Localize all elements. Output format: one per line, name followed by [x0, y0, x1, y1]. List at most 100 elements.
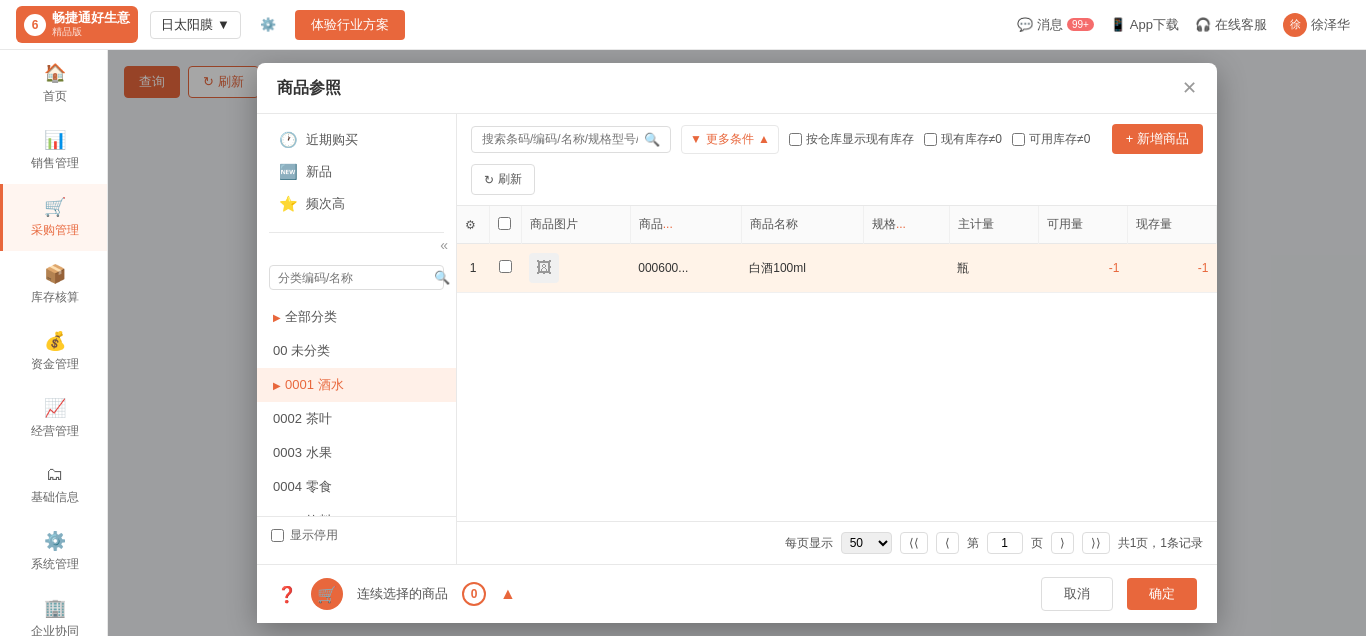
- sidebar-item-finance[interactable]: 💰 资金管理: [0, 318, 107, 385]
- app-download-btn[interactable]: 📱 App下载: [1110, 16, 1179, 34]
- user-menu[interactable]: 徐 徐泽华: [1283, 13, 1350, 37]
- refresh-btn[interactable]: ↻ 刷新: [471, 164, 535, 195]
- help-icon[interactable]: ❓: [277, 585, 297, 604]
- sidebar-item-home[interactable]: 🏠 首页: [0, 50, 107, 117]
- td-seq: 1: [457, 244, 489, 293]
- confirm-btn[interactable]: 确定: [1127, 578, 1197, 610]
- topnav: 6 畅捷通好生意 精品版 日太阳膜 ▼ ⚙️ 体验行业方案 💬 消息 99+ 📱…: [0, 0, 1366, 50]
- total-label: 共1页，1条记录: [1118, 535, 1203, 552]
- cart-icon: 🛒: [317, 585, 337, 604]
- cancel-btn[interactable]: 取消: [1041, 577, 1113, 611]
- cat-item-0001[interactable]: ▶ 0001 酒水: [257, 368, 456, 402]
- modal-title: 商品参照: [277, 78, 341, 99]
- cat-search-input[interactable]: [278, 271, 428, 285]
- stock-nonzero-checkbox[interactable]: [924, 133, 937, 146]
- page-first-btn[interactable]: ⟨⟨: [900, 532, 928, 554]
- sidebar-item-sys[interactable]: ⚙️ 系统管理: [0, 518, 107, 585]
- page-prev-btn[interactable]: ⟨: [936, 532, 959, 554]
- td-unit: 瓶: [949, 244, 1038, 293]
- td-checkbox[interactable]: [489, 244, 521, 293]
- page-next-btn[interactable]: ⟩: [1051, 532, 1074, 554]
- product-search-input[interactable]: [482, 132, 638, 146]
- table-row[interactable]: 1 🖼 000600... 白酒100ml: [457, 244, 1217, 293]
- cat-label-0004: 0004 零食: [273, 478, 332, 496]
- cat-label-0002: 0002 茶叶: [273, 410, 332, 428]
- cat-item-0005[interactable]: 0005 饮料: [257, 504, 456, 516]
- messages-btn[interactable]: 💬 消息 99+: [1017, 16, 1094, 34]
- service-label: 在线客服: [1215, 16, 1267, 34]
- warehouse-checkbox[interactable]: [789, 133, 802, 146]
- stock-nonzero-filter[interactable]: 现有库存≠0: [924, 131, 1002, 148]
- sidebar-item-sales[interactable]: 📊 销售管理: [0, 117, 107, 184]
- per-page-select[interactable]: 50 100: [841, 532, 892, 554]
- app-layout: 🏠 首页 📊 销售管理 🛒 采购管理 📦 库存核算 💰 资金管理 📈 经营管理 …: [0, 50, 1366, 636]
- th-settings[interactable]: ⚙: [457, 206, 489, 244]
- select-all-checkbox[interactable]: [498, 217, 511, 230]
- cat-item-00[interactable]: 00 未分类: [257, 334, 456, 368]
- cat-item-0002[interactable]: 0002 茶叶: [257, 402, 456, 436]
- cat-label-00: 00 未分类: [273, 342, 330, 360]
- filter-new[interactable]: 🆕 新品: [269, 156, 444, 188]
- add-product-btn[interactable]: + 新增商品: [1112, 124, 1203, 154]
- td-available: -1: [1038, 244, 1127, 293]
- home-icon: 🏠: [44, 62, 66, 84]
- settings-icon[interactable]: ⚙️: [253, 10, 283, 40]
- page-input[interactable]: [987, 532, 1023, 554]
- chevron-down-icon: ▼: [217, 17, 230, 32]
- table-header: ⚙ 商品图片 商品... 商品名称 规格... 主计量 可用量 现存量: [457, 206, 1217, 244]
- filter-recent[interactable]: 🕐 近期购买: [269, 124, 444, 156]
- modal-close-btn[interactable]: ✕: [1182, 77, 1197, 99]
- sidebar-label-ops: 经营管理: [31, 423, 79, 440]
- sales-icon: 📊: [44, 129, 66, 151]
- app-label: App下载: [1130, 16, 1179, 34]
- recent-icon: 🕐: [279, 131, 298, 149]
- show-disabled-label[interactable]: 显示停用: [290, 527, 338, 544]
- sidebar-label-purchase: 采购管理: [31, 222, 79, 239]
- new-icon: 🆕: [279, 163, 298, 181]
- cat-label-0001: 0001 酒水: [285, 376, 344, 394]
- warehouse-filter[interactable]: 按仓库显示现有库存: [789, 131, 914, 148]
- filter-frequent-label: 频次高: [306, 195, 345, 213]
- divider-1: [269, 232, 444, 233]
- sidebar-label-sales: 销售管理: [31, 155, 79, 172]
- nav-right: 💬 消息 99+ 📱 App下载 🎧 在线客服 徐 徐泽华: [1017, 13, 1350, 37]
- search-icon: 🔍: [644, 132, 660, 147]
- cat-arrow-all: ▶: [273, 312, 281, 323]
- cat-item-0003[interactable]: 0003 水果: [257, 436, 456, 470]
- sidebar-item-inventory[interactable]: 📦 库存核算: [0, 251, 107, 318]
- row-checkbox[interactable]: [499, 260, 512, 273]
- company-selector[interactable]: 日太阳膜 ▼: [150, 11, 241, 39]
- modal-toolbar: 🔍 ▼ 更多条件 ▲ 按仓库显示现有库存: [457, 114, 1217, 206]
- sidebar: 🏠 首页 📊 销售管理 🛒 采购管理 📦 库存核算 💰 资金管理 📈 经营管理 …: [0, 50, 108, 636]
- sidebar-item-ops[interactable]: 📈 经营管理: [0, 385, 107, 452]
- th-spec: 规格...: [863, 206, 949, 244]
- cat-item-0004[interactable]: 0004 零食: [257, 470, 456, 504]
- modal-header: 商品参照 ✕: [257, 63, 1217, 114]
- headset-icon: 🎧: [1195, 17, 1211, 32]
- exp-btn[interactable]: 体验行业方案: [295, 10, 405, 40]
- cat-arrow-0001: ▶: [273, 380, 281, 391]
- sidebar-item-corp[interactable]: 🏢 企业协同: [0, 585, 107, 636]
- sidebar-item-basic[interactable]: 🗂 基础信息: [0, 452, 107, 518]
- cart-btn[interactable]: 🛒: [311, 578, 343, 610]
- th-stock: 现存量: [1127, 206, 1216, 244]
- sidebar-item-purchase[interactable]: 🛒 采购管理: [0, 184, 107, 251]
- available-nonzero-filter[interactable]: 可用库存≠0: [1012, 131, 1090, 148]
- cat-item-all[interactable]: ▶ 全部分类: [257, 300, 456, 334]
- logo-text: 畅捷通好生意: [52, 10, 130, 26]
- page-last-btn[interactable]: ⟩⟩: [1082, 532, 1110, 554]
- collapse-panel-btn[interactable]: «: [257, 237, 456, 259]
- collapse-footer-btn[interactable]: ▲: [500, 585, 516, 603]
- available-nonzero-checkbox[interactable]: [1012, 133, 1025, 146]
- modal-footer: ❓ 🛒 连续选择的商品 0 ▲ 取消 确定: [257, 564, 1217, 623]
- modal-left-panel: 🕐 近期购买 🆕 新品 ⭐ 频次高: [257, 114, 457, 564]
- filter-frequent[interactable]: ⭐ 频次高: [269, 188, 444, 220]
- show-disabled-checkbox[interactable]: [271, 529, 284, 542]
- more-filter-btn[interactable]: ▼ 更多条件 ▲: [681, 125, 779, 154]
- sidebar-label-basic: 基础信息: [31, 489, 79, 506]
- td-spec: [863, 244, 949, 293]
- th-code: 商品...: [630, 206, 741, 244]
- service-btn[interactable]: 🎧 在线客服: [1195, 16, 1267, 34]
- message-icon: 💬: [1017, 17, 1033, 32]
- td-name: 白酒100ml: [741, 244, 863, 293]
